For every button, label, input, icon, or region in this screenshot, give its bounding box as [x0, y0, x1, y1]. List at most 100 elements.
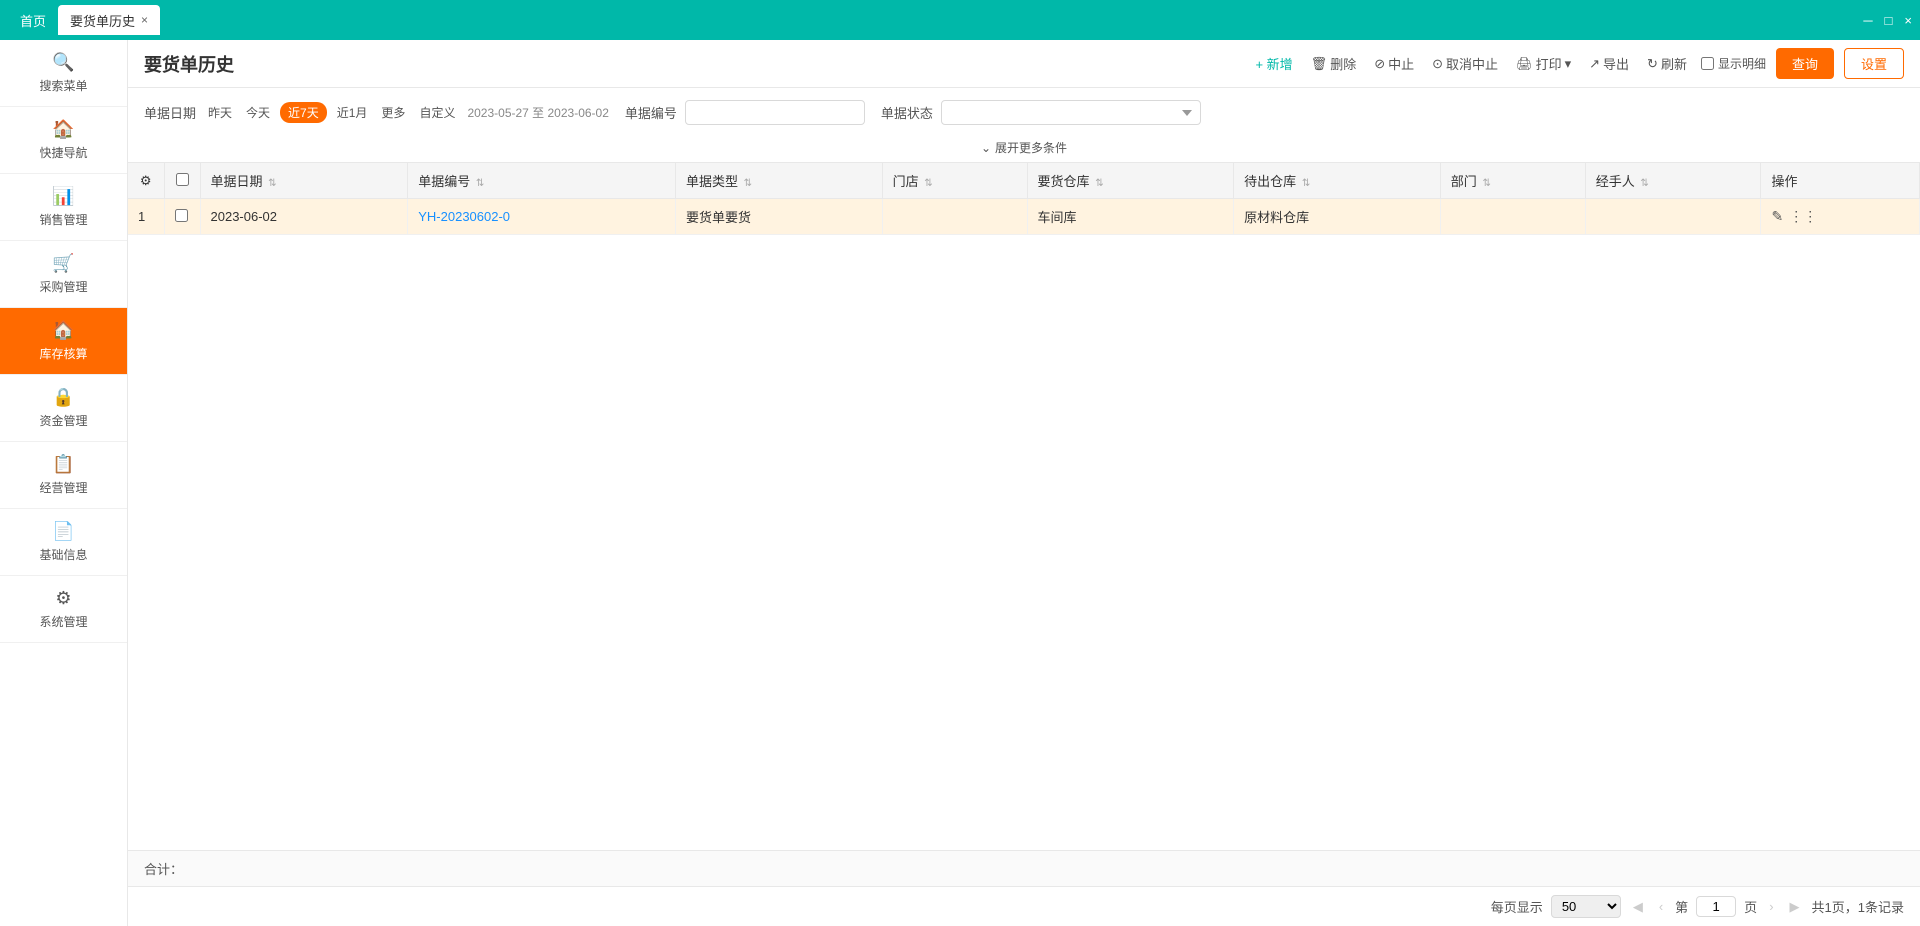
delete-button[interactable]: 🗑 删除 — [1307, 52, 1361, 75]
cancel-stop-icon: ⊙ — [1432, 56, 1443, 72]
th-docno[interactable]: 单据编号 ⇅ — [408, 163, 676, 199]
shortcut-1month[interactable]: 近1月 — [333, 102, 372, 123]
status-filter: 单据状态 全部 待审核 已审核 已中止 — [881, 100, 1201, 125]
docno-link[interactable]: YH-20230602-0 — [418, 209, 510, 224]
toolbar: + 新增 🗑 删除 ⊘ 中止 ⊙ 取消中止 🖨 打印 ▾ — [1251, 48, 1904, 79]
sort-docno-icon: ⇅ — [476, 178, 484, 189]
prev-page-btn[interactable]: ‹ — [1655, 897, 1667, 916]
action-buttons: ✎ ⋮⋮ — [1771, 208, 1909, 225]
page-number-input[interactable] — [1696, 896, 1736, 917]
page-header: 要货单历史 + 新增 🗑 删除 ⊘ 中止 ⊙ 取消中止 🖨 打印 — [128, 40, 1920, 88]
add-button[interactable]: + 新增 — [1251, 52, 1296, 75]
cell-checkbox[interactable] — [164, 199, 200, 235]
th-doctype[interactable]: 单据类型 ⇅ — [676, 163, 883, 199]
row-checkbox[interactable] — [175, 209, 188, 222]
cell-date: 2023-06-02 — [200, 199, 408, 235]
docno-filter: 单据编号 — [625, 100, 865, 125]
refresh-button[interactable]: ↻ 刷新 — [1643, 52, 1691, 75]
th-department[interactable]: 部门 ⇅ — [1440, 163, 1585, 199]
display-detail-label: 显示明细 — [1718, 55, 1766, 72]
query-button[interactable]: 查询 — [1776, 48, 1834, 79]
display-detail-checkbox[interactable] — [1701, 57, 1714, 70]
sidebar-item-quick-nav[interactable]: 🏠 快捷导航 — [0, 107, 127, 174]
first-page-btn[interactable]: ◀ — [1629, 897, 1647, 917]
settings-button[interactable]: 设置 — [1844, 48, 1904, 79]
top-bar: 首页 要货单历史 × ─ □ × — [0, 0, 1920, 40]
close-btn[interactable]: × — [1904, 13, 1912, 28]
sidebar-item-sales[interactable]: 📊 销售管理 — [0, 174, 127, 241]
sidebar-item-inventory[interactable]: 🏠 库存核算 — [0, 308, 127, 375]
table-header-row: ⚙ 单据日期 ⇅ 单据编号 ⇅ 单据类型 ⇅ — [128, 163, 1920, 199]
stop-button[interactable]: ⊘ 中止 — [1370, 52, 1418, 75]
sidebar-item-finance[interactable]: 🔒 资金管理 — [0, 375, 127, 442]
docno-input[interactable] — [685, 100, 865, 125]
display-detail-toggle[interactable]: 显示明细 — [1701, 55, 1766, 72]
sidebar-item-label: 经营管理 — [39, 479, 87, 496]
shortcut-today[interactable]: 今天 — [242, 102, 274, 123]
per-page-select[interactable]: 10 20 50 100 — [1551, 895, 1621, 918]
sidebar-item-system[interactable]: ⚙ 系统管理 — [0, 576, 127, 643]
page-input-prefix: 第 — [1675, 897, 1688, 916]
th-settings[interactable]: ⚙ — [128, 163, 164, 199]
more-action-icon[interactable]: ⋮⋮ — [1789, 208, 1817, 225]
sidebar-item-label: 采购管理 — [39, 278, 87, 295]
print-icon: 🖨 — [1516, 56, 1533, 72]
print-dropdown-icon: ▾ — [1565, 56, 1572, 72]
cell-index: 1 — [128, 199, 164, 235]
edit-action-icon[interactable]: ✎ — [1771, 208, 1783, 225]
th-warehouse-to[interactable]: 待出仓库 ⇅ — [1234, 163, 1441, 199]
close-tab-icon[interactable]: × — [141, 13, 148, 27]
operations-icon: 📋 — [52, 454, 74, 475]
shortcut-yesterday[interactable]: 昨天 — [204, 102, 236, 123]
next-page-btn[interactable]: › — [1765, 897, 1777, 916]
tab-active[interactable]: 要货单历史 × — [58, 5, 160, 35]
th-checkbox[interactable] — [164, 163, 200, 199]
select-all-checkbox[interactable] — [176, 173, 189, 186]
status-label: 单据状态 — [881, 103, 933, 122]
search-menu-icon: 🔍 — [52, 52, 74, 73]
expand-more-icon: ⌄ — [981, 141, 991, 155]
cell-warehouse-to: 原材料仓库 — [1234, 199, 1441, 235]
sidebar-item-search-menu[interactable]: 🔍 搜索菜单 — [0, 40, 127, 107]
shortcut-custom[interactable]: 自定义 — [415, 102, 459, 123]
content-area: 要货单历史 + 新增 🗑 删除 ⊘ 中止 ⊙ 取消中止 🖨 打印 — [128, 40, 1920, 926]
page-unit-label: 页 — [1744, 897, 1757, 916]
expand-more-btn[interactable]: ⌄ 展开更多条件 — [144, 133, 1904, 162]
sidebar-item-basic-info[interactable]: 📄 基础信息 — [0, 509, 127, 576]
minimize-btn[interactable]: ─ — [1863, 13, 1872, 28]
restore-btn[interactable]: □ — [1885, 13, 1893, 28]
per-page-label: 每页显示 — [1491, 897, 1543, 916]
window-controls: ─ □ × — [1863, 13, 1912, 28]
cell-docno[interactable]: YH-20230602-0 — [408, 199, 676, 235]
footer-summary: 合计： — [128, 850, 1920, 886]
th-date[interactable]: 单据日期 ⇅ — [200, 163, 408, 199]
sales-icon: 📊 — [52, 186, 74, 207]
sort-handler-icon: ⇅ — [1640, 178, 1648, 189]
shortcut-more[interactable]: 更多 — [377, 102, 409, 123]
sidebar-item-operations[interactable]: 📋 经营管理 — [0, 442, 127, 509]
filter-bar: 单据日期 昨天 今天 近7天 近1月 更多 自定义 2023-05-27 至 2… — [128, 88, 1920, 163]
cancel-stop-button[interactable]: ⊙ 取消中止 — [1428, 52, 1502, 75]
sidebar-item-label: 库存核算 — [39, 345, 87, 362]
sidebar-item-label: 快捷导航 — [39, 144, 87, 161]
stop-icon: ⊘ — [1374, 56, 1385, 72]
sort-store-icon: ⇅ — [924, 178, 932, 189]
sort-date-icon: ⇅ — [268, 178, 276, 189]
th-store[interactable]: 门店 ⇅ — [882, 163, 1027, 199]
main-layout: 🔍 搜索菜单 🏠 快捷导航 📊 销售管理 🛒 采购管理 🏠 库存核算 🔒 资金管… — [0, 40, 1920, 926]
cell-department — [1440, 199, 1585, 235]
status-select[interactable]: 全部 待审核 已审核 已中止 — [941, 100, 1201, 125]
purchase-icon: 🛒 — [52, 253, 74, 274]
system-icon: ⚙ — [55, 588, 71, 609]
sidebar-item-purchase[interactable]: 🛒 采购管理 — [0, 241, 127, 308]
th-handler[interactable]: 经手人 ⇅ — [1585, 163, 1761, 199]
sort-dept-icon: ⇅ — [1482, 178, 1490, 189]
export-button[interactable]: ↗ 导出 — [1585, 52, 1633, 75]
print-button[interactable]: 🖨 打印 ▾ — [1512, 52, 1575, 75]
sidebar-item-label: 系统管理 — [39, 613, 87, 630]
sidebar-item-label: 销售管理 — [39, 211, 87, 228]
th-warehouse-from[interactable]: 要货仓库 ⇅ — [1027, 163, 1234, 199]
last-page-btn[interactable]: ▶ — [1786, 897, 1804, 917]
shortcut-7days[interactable]: 近7天 — [280, 102, 327, 123]
tab-home[interactable]: 首页 — [8, 5, 58, 35]
